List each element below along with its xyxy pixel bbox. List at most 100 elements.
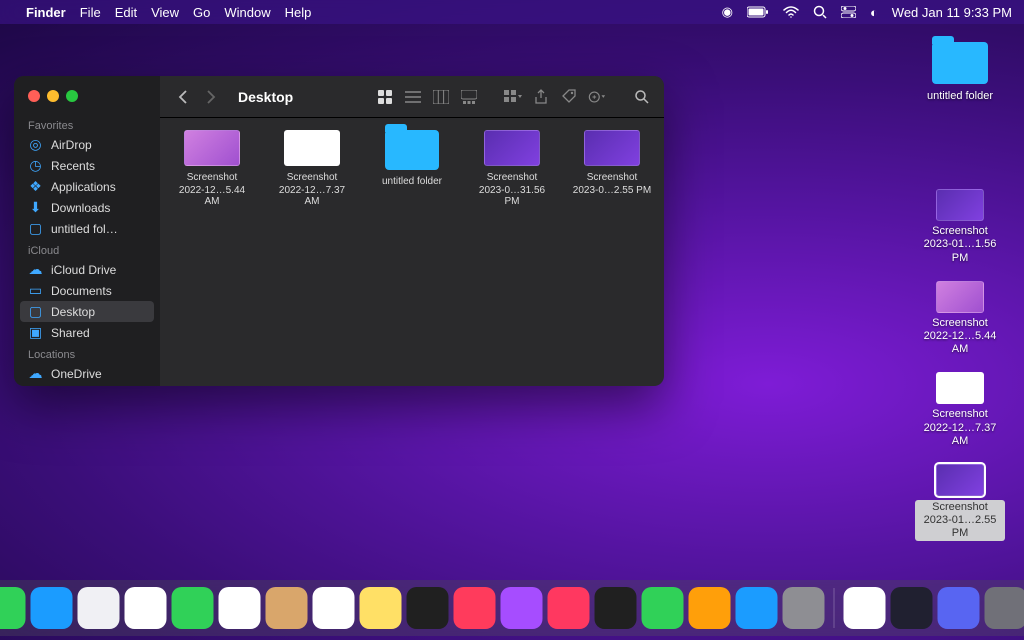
sidebar-item-label: Downloads — [51, 201, 110, 215]
desktop-icons: untitled folder Screenshot2023-01…1.56 PM… — [910, 42, 1010, 541]
dock-app-appletv[interactable] — [407, 587, 449, 629]
finder-toolbar: Desktop — [160, 76, 664, 118]
file-thumbnail — [936, 372, 984, 404]
doc-icon: ▭ — [28, 283, 43, 298]
view-icons-button[interactable] — [376, 88, 394, 106]
dock-app-numbers[interactable] — [642, 587, 684, 629]
desktop-file[interactable]: Screenshot2022-12…7.37 AM — [915, 372, 1005, 448]
view-list-button[interactable] — [404, 88, 422, 106]
desktop-file[interactable]: Screenshot2023-01…2.55 PM — [915, 464, 1005, 542]
dock-app-reminders[interactable] — [313, 587, 355, 629]
dock-app-contacts[interactable] — [266, 587, 308, 629]
finder-window: Favorites ◎ AirDrop ◷Recents❖Applications⬇… — [14, 76, 664, 386]
sidebar-section-icloud: iCloud — [14, 239, 160, 259]
dock-app-systemsettings[interactable] — [783, 587, 825, 629]
dock-app-appstore[interactable] — [736, 587, 778, 629]
cloud-icon: ☁ — [28, 366, 43, 381]
file-item[interactable]: Screenshot2023-0…31.56 PM — [472, 130, 552, 207]
app-menu[interactable]: Finder — [26, 5, 66, 20]
sidebar-item-documents[interactable]: ▭ Documents — [14, 280, 160, 301]
dock-app-music[interactable] — [454, 587, 496, 629]
dock-app-pages[interactable] — [689, 587, 731, 629]
maximize-button[interactable] — [66, 90, 78, 102]
folder-icon: ▢ — [28, 221, 43, 236]
sidebar-item-untitledfol[interactable]: ▢ untitled fol… — [14, 218, 160, 239]
file-item[interactable]: Screenshot2022-12…7.37 AM — [272, 130, 352, 207]
file-name-sub: 2022-12…7.37 AM — [272, 185, 352, 207]
back-button[interactable] — [174, 88, 192, 106]
desktop-file[interactable]: Screenshot2023-01…1.56 PM — [915, 189, 1005, 265]
sidebar-item-applications[interactable]: ❖Applications — [14, 176, 160, 197]
sidebar-item-label: OneDrive — [51, 367, 102, 381]
file-item[interactable]: Screenshot2023-0…2.55 PM — [572, 130, 652, 196]
finder-sidebar: Favorites ◎ AirDrop ◷Recents❖Applications⬇… — [14, 76, 160, 386]
sidebar-item-label: AirDrop — [51, 138, 92, 152]
sidebar-item-iclouddrive[interactable]: ☁iCloud Drive — [14, 259, 160, 280]
siri-icon[interactable]: ◐ — [870, 5, 878, 20]
dock-app-podcasts[interactable] — [501, 587, 543, 629]
sidebar-item-onedrive[interactable]: ☁ OneDrive — [14, 363, 160, 384]
dock-app-mail[interactable] — [31, 587, 73, 629]
share-button[interactable] — [532, 88, 550, 106]
dock-app-news[interactable] — [548, 587, 590, 629]
file-thumbnail — [284, 130, 340, 166]
window-controls — [28, 90, 78, 102]
dock-app-stocks[interactable] — [595, 587, 637, 629]
dock-app-steam[interactable] — [891, 587, 933, 629]
dock-app-other[interactable] — [985, 587, 1024, 629]
menu-edit[interactable]: Edit — [115, 5, 137, 20]
dock-app-messages[interactable] — [0, 587, 26, 629]
dock-separator — [834, 588, 835, 628]
sidebar-item-airdrop[interactable]: ◎ AirDrop — [14, 134, 160, 155]
sidebar-item-shared[interactable]: ▣Shared — [14, 322, 160, 343]
file-item[interactable]: Screenshot2022-12…5.44 AM — [172, 130, 252, 207]
dock-app-photos[interactable] — [125, 587, 167, 629]
dock-app-notes[interactable] — [360, 587, 402, 629]
airdrop-icon: ◎ — [28, 137, 43, 152]
file-name-sub: 2023-0…2.55 PM — [572, 185, 652, 196]
clock[interactable]: Wed Jan 11 9:33 PM — [892, 5, 1012, 20]
folder-icon — [385, 130, 439, 170]
dock-app-calendar[interactable] — [219, 587, 261, 629]
close-button[interactable] — [28, 90, 40, 102]
control-center-icon[interactable] — [841, 6, 856, 18]
minimize-button[interactable] — [47, 90, 59, 102]
sidebar-item-recents[interactable]: ◷Recents — [14, 155, 160, 176]
dock-app-chrome[interactable] — [844, 587, 886, 629]
dock-app-discord[interactable] — [938, 587, 980, 629]
folder-item[interactable]: untitled folder — [372, 130, 452, 189]
file-name: Screenshot2022-12…5.44 AM — [915, 317, 1005, 357]
file-name-sub: 2023-0…31.56 PM — [472, 185, 552, 207]
menu-window[interactable]: Window — [224, 5, 270, 20]
tags-button[interactable] — [560, 88, 578, 106]
sidebar-item-desktop[interactable]: ▢Desktop — [20, 301, 154, 322]
menu-view[interactable]: View — [151, 5, 179, 20]
spotlight-icon[interactable] — [813, 5, 827, 19]
sidebar-item-label: Documents — [51, 284, 112, 298]
view-columns-button[interactable] — [432, 88, 450, 106]
sidebar-item-network[interactable]: ⊚Network — [14, 384, 160, 386]
file-thumbnail — [184, 130, 240, 166]
action-button[interactable] — [588, 88, 606, 106]
group-by-button[interactable] — [504, 88, 522, 106]
file-thumbnail — [936, 189, 984, 221]
dock-app-maps[interactable] — [78, 587, 120, 629]
sidebar-section-favorites: Favorites — [14, 114, 160, 134]
search-button[interactable] — [632, 88, 650, 106]
sidebar-item-downloads[interactable]: ⬇Downloads — [14, 197, 160, 218]
wifi-icon[interactable] — [783, 6, 799, 18]
forward-button[interactable] — [202, 88, 220, 106]
battery-icon[interactable] — [747, 6, 769, 18]
sidebar-item-label: Shared — [51, 326, 90, 340]
menu-go[interactable]: Go — [193, 5, 210, 20]
screen-record-icon[interactable]: ◉ — [722, 4, 733, 20]
desktop-file[interactable]: Screenshot2022-12…5.44 AM — [915, 281, 1005, 357]
file-grid[interactable]: Screenshot2022-12…5.44 AM Screenshot2022-… — [160, 118, 664, 386]
menu-file[interactable]: File — [80, 5, 101, 20]
sidebar-item-label: untitled fol… — [51, 222, 118, 236]
dock-app-facetime[interactable] — [172, 587, 214, 629]
desktop-folder[interactable]: untitled folder — [915, 42, 1005, 103]
menu-help[interactable]: Help — [285, 5, 312, 20]
menu-bar: Finder File Edit View Go Window Help ◉ ◐… — [0, 0, 1024, 24]
view-gallery-button[interactable] — [460, 88, 478, 106]
